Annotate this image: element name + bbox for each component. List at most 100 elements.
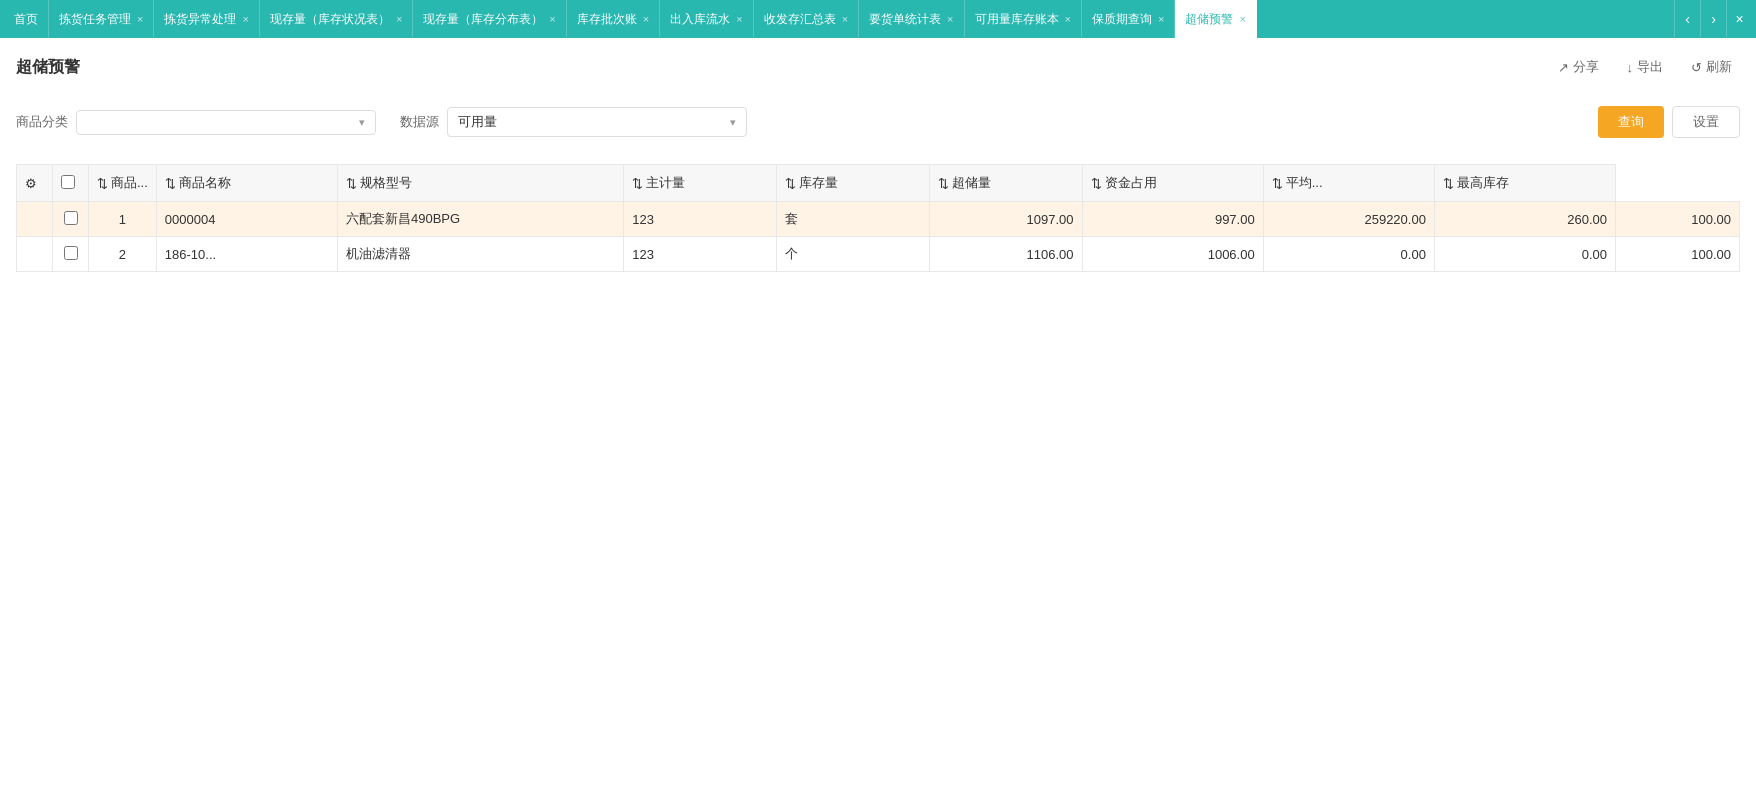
settings-button[interactable]: 设置 xyxy=(1672,106,1740,138)
nav-tab-home[interactable]: 首页 xyxy=(4,0,49,38)
th-capital[interactable]: ⇅ 资金占用 xyxy=(1082,165,1263,202)
nav-tab-3-close[interactable]: × xyxy=(396,13,402,25)
th-unit[interactable]: ⇅ 主计量 xyxy=(624,165,777,202)
data-table: ⚙ ⇅ 商品... ⇅ 商品名称 xyxy=(16,164,1740,272)
table-row: 1 0000004 六配套新昌490BPG 123 套 1097.00 997.… xyxy=(17,202,1740,237)
th-overstock-label: 超储量 xyxy=(952,174,991,192)
th-unit-sort[interactable]: ⇅ 主计量 xyxy=(632,174,768,192)
row-check-1[interactable] xyxy=(64,246,78,260)
row-num-0: 1 xyxy=(89,202,157,237)
datasource-label: 数据源 xyxy=(400,113,439,131)
row-checkbox-1[interactable] xyxy=(53,237,89,272)
th-unit-sort-icon: ⇅ xyxy=(632,176,643,191)
th-capital-sort[interactable]: ⇅ 资金占用 xyxy=(1091,174,1255,192)
nav-tab-10[interactable]: 保质期查询 × xyxy=(1082,0,1175,38)
nav-tab-5[interactable]: 库存批次账 × xyxy=(567,0,660,38)
nav-tab-home-label: 首页 xyxy=(14,11,38,28)
th-unit-label: 主计量 xyxy=(646,174,685,192)
select-all-checkbox[interactable] xyxy=(61,175,75,189)
row-product-name-0: 六配套新昌490BPG xyxy=(337,202,623,237)
th-stock[interactable]: ⇅ 库存量 xyxy=(777,165,930,202)
nav-tab-1-label: 拣货任务管理 xyxy=(59,11,131,28)
row-product-name-1: 机油滤清器 xyxy=(337,237,623,272)
top-nav: 首页 拣货任务管理 × 拣货异常处理 × 现存量（库存状况表） × 现存量（库存… xyxy=(0,0,1756,38)
nav-tab-1-close[interactable]: × xyxy=(137,13,143,25)
nav-tab-3[interactable]: 现存量（库存状况表） × xyxy=(260,0,413,38)
th-overstock-sort-icon: ⇅ xyxy=(938,176,949,191)
th-max-stock-label: 最高库存 xyxy=(1457,174,1509,192)
th-max-stock[interactable]: ⇅ 最高库存 xyxy=(1434,165,1615,202)
th-spec-sort[interactable]: ⇅ 规格型号 xyxy=(346,174,615,192)
nav-prev-arrow[interactable]: ‹ xyxy=(1674,0,1700,38)
export-label: 导出 xyxy=(1637,58,1663,76)
row-checkbox-0[interactable] xyxy=(53,202,89,237)
row-num-1: 2 xyxy=(89,237,157,272)
nav-next-arrow[interactable]: › xyxy=(1700,0,1726,38)
page-title: 超储预警 xyxy=(16,57,80,78)
th-overstock-sort[interactable]: ⇅ 超储量 xyxy=(938,174,1074,192)
th-spec[interactable]: ⇅ 规格型号 xyxy=(337,165,623,202)
th-spec-label: 规格型号 xyxy=(360,174,412,192)
th-checkbox xyxy=(53,165,89,202)
nav-tab-1[interactable]: 拣货任务管理 × xyxy=(49,0,154,38)
th-max-stock-sort[interactable]: ⇅ 最高库存 xyxy=(1443,174,1607,192)
query-button[interactable]: 查询 xyxy=(1598,106,1664,138)
th-product-name-label: 商品名称 xyxy=(179,174,231,192)
nav-tab-8-close[interactable]: × xyxy=(947,13,953,25)
nav-tab-6-close[interactable]: × xyxy=(736,13,742,25)
nav-tab-10-close[interactable]: × xyxy=(1158,13,1164,25)
th-overstock[interactable]: ⇅ 超储量 xyxy=(929,165,1082,202)
nav-tab-2-close[interactable]: × xyxy=(242,13,248,25)
datasource-select[interactable]: 可用量 ▾ xyxy=(447,107,747,137)
th-product-code-sort[interactable]: ⇅ 商品... xyxy=(97,174,148,192)
table-header-row: ⚙ ⇅ 商品... ⇅ 商品名称 xyxy=(17,165,1740,202)
row-overstock-1: 1006.00 xyxy=(1082,237,1263,272)
row-unit-1: 个 xyxy=(777,237,930,272)
nav-tab-5-close[interactable]: × xyxy=(643,13,649,25)
row-max-stock-1: 100.00 xyxy=(1616,237,1740,272)
row-spec-1: 123 xyxy=(624,237,777,272)
nav-tab-7-close[interactable]: × xyxy=(842,13,848,25)
page-content: 超储预警 ↗ 分享 ↓ 导出 ↺ 刷新 商品分类 ▾ 数据源 xyxy=(0,38,1756,800)
th-avg-sort-icon: ⇅ xyxy=(1272,176,1283,191)
nav-tab-2[interactable]: 拣货异常处理 × xyxy=(154,0,259,38)
th-avg[interactable]: ⇅ 平均... xyxy=(1263,165,1434,202)
nav-right: ‹ › × xyxy=(1674,0,1752,38)
nav-tab-9-label: 可用量库存账本 xyxy=(975,11,1059,28)
nav-tab-4-close[interactable]: × xyxy=(549,13,555,25)
th-product-name-sort[interactable]: ⇅ 商品名称 xyxy=(165,174,329,192)
nav-tab-11-close[interactable]: × xyxy=(1239,13,1245,25)
row-unit-0: 套 xyxy=(777,202,930,237)
nav-close-arrow[interactable]: × xyxy=(1726,0,1752,38)
nav-tab-7[interactable]: 收发存汇总表 × xyxy=(754,0,859,38)
share-button[interactable]: ↗ 分享 xyxy=(1550,54,1607,80)
filter-bar: 商品分类 ▾ 数据源 可用量 ▾ 查询 设置 xyxy=(16,96,1740,148)
category-chevron-icon: ▾ xyxy=(359,116,365,129)
nav-tab-7-label: 收发存汇总表 xyxy=(764,11,836,28)
th-avg-sort[interactable]: ⇅ 平均... xyxy=(1272,174,1426,192)
export-icon: ↓ xyxy=(1627,60,1634,75)
th-stock-sort-icon: ⇅ xyxy=(785,176,796,191)
nav-tab-11-active[interactable]: 超储预警 × xyxy=(1175,0,1256,38)
nav-tab-9-close[interactable]: × xyxy=(1065,13,1071,25)
th-avg-label: 平均... xyxy=(1286,174,1323,192)
gear-icon[interactable]: ⚙ xyxy=(25,176,37,191)
th-stock-sort[interactable]: ⇅ 库存量 xyxy=(785,174,921,192)
export-button[interactable]: ↓ 导出 xyxy=(1619,54,1672,80)
row-check-0[interactable] xyxy=(64,211,78,225)
share-icon: ↗ xyxy=(1558,60,1569,75)
th-settings: ⚙ xyxy=(17,165,53,202)
nav-tab-9[interactable]: 可用量库存账本 × xyxy=(965,0,1082,38)
refresh-label: 刷新 xyxy=(1706,58,1732,76)
category-select[interactable]: ▾ xyxy=(76,110,376,135)
th-product-code[interactable]: ⇅ 商品... xyxy=(89,165,157,202)
th-product-name[interactable]: ⇅ 商品名称 xyxy=(156,165,337,202)
row-product-code-0: 0000004 xyxy=(156,202,337,237)
refresh-button[interactable]: ↺ 刷新 xyxy=(1683,54,1740,80)
th-product-code-label: 商品... xyxy=(111,174,148,192)
th-capital-sort-icon: ⇅ xyxy=(1091,176,1102,191)
nav-tab-4[interactable]: 现存量（库存分布表） × xyxy=(413,0,566,38)
header-actions: ↗ 分享 ↓ 导出 ↺ 刷新 xyxy=(1550,54,1741,80)
nav-tab-6[interactable]: 出入库流水 × xyxy=(660,0,753,38)
nav-tab-8[interactable]: 要货单统计表 × xyxy=(859,0,964,38)
